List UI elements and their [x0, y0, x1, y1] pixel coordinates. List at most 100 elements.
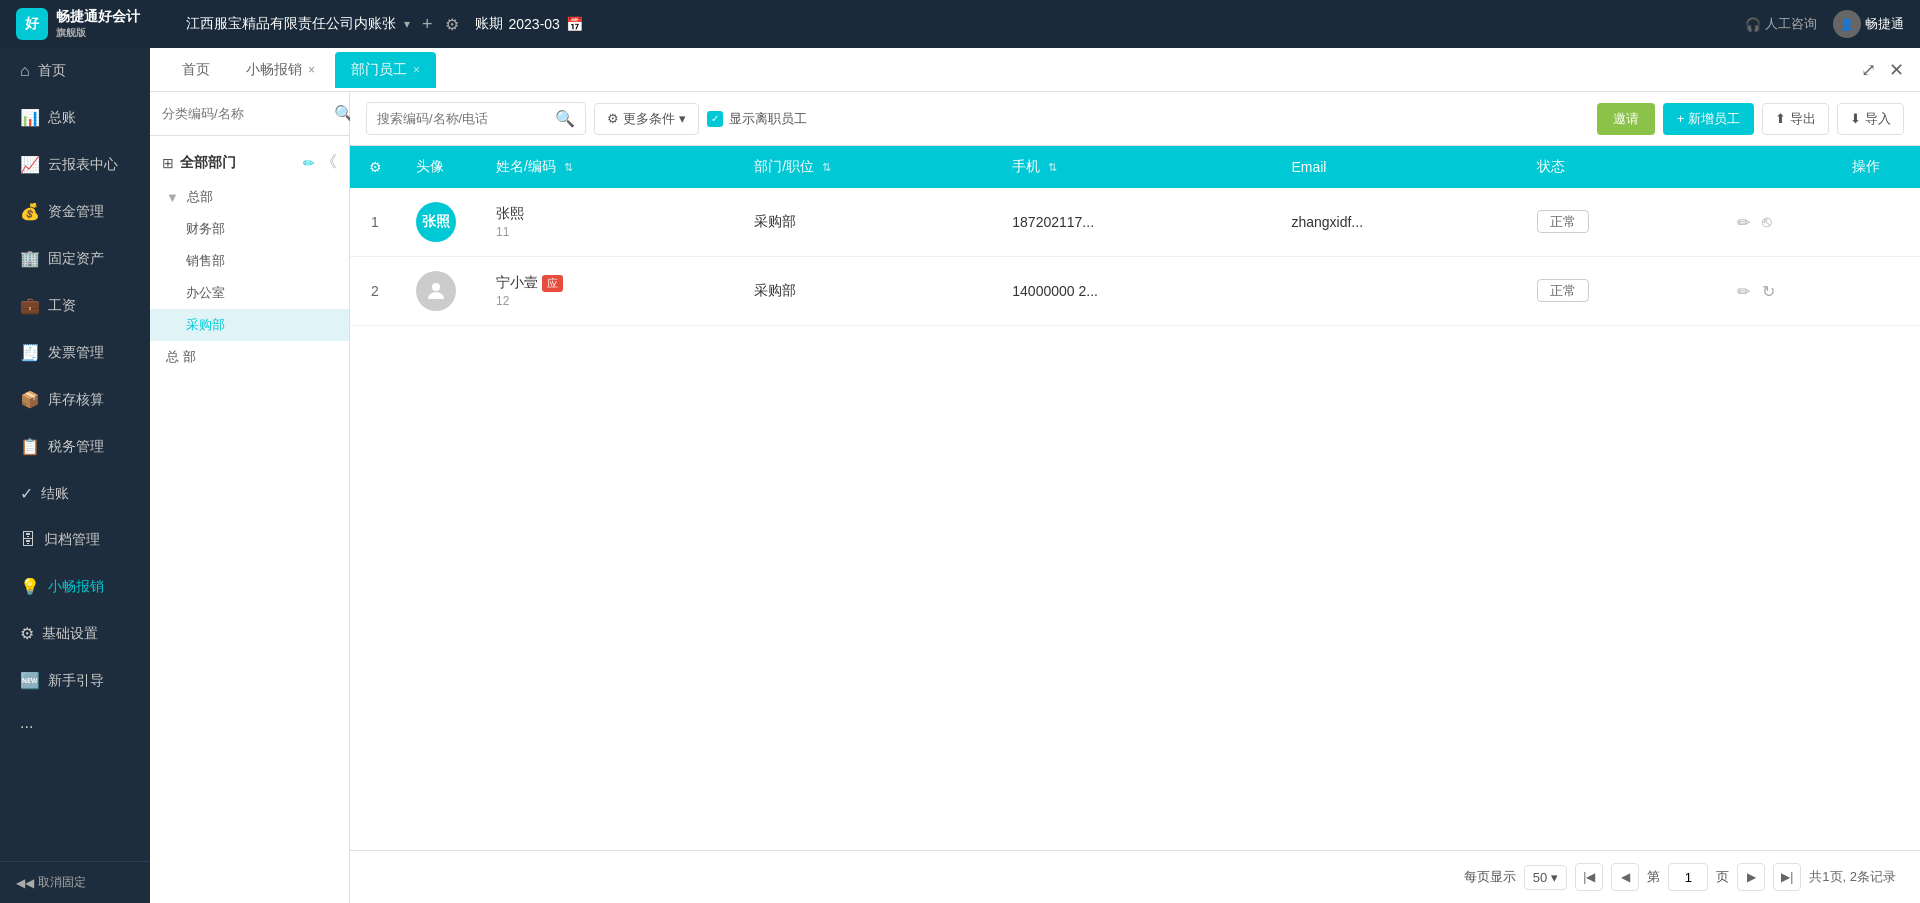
phone-cell: 187202117...	[996, 188, 1275, 257]
sidebar-item-reports[interactable]: 📈 云报表中心	[0, 141, 150, 188]
col-name[interactable]: 姓名/编码 ⇅	[480, 146, 738, 188]
inventory-icon: 📦	[20, 390, 40, 409]
import-label: 导入	[1865, 110, 1891, 128]
support-button[interactable]: 🎧 人工咨询	[1745, 15, 1817, 33]
sidebar-item-label: 库存核算	[48, 391, 104, 409]
support-label: 人工咨询	[1765, 15, 1817, 33]
cancel-pin-button[interactable]: ◀◀ 取消固定	[0, 861, 150, 903]
dept-node-zongbu[interactable]: ▼ 总部	[150, 181, 349, 213]
sidebar-item-home[interactable]: ⌂ 首页	[0, 48, 150, 94]
sidebar-item-guide[interactable]: 🆕 新手引导	[0, 657, 150, 704]
dept-node-label: 总 部	[166, 348, 196, 366]
sidebar-item-more[interactable]: ···	[0, 704, 150, 750]
app-edition: 旗舰版	[56, 26, 140, 40]
last-page-button[interactable]: ▶|	[1773, 863, 1801, 891]
page-size-label: 每页显示	[1464, 868, 1516, 886]
sidebar-item-invoice[interactable]: 🧾 发票管理	[0, 329, 150, 376]
dept-edit-icon[interactable]: ✏	[303, 155, 315, 171]
tab-dept-employee[interactable]: 部门员工 ×	[335, 52, 436, 88]
dept-node-zongbu2[interactable]: 总 部	[150, 341, 349, 373]
phone-cell: 14000000 2...	[996, 257, 1275, 326]
sidebar-item-label: 固定资产	[48, 250, 104, 268]
sidebar-item-general[interactable]: 📊 总账	[0, 94, 150, 141]
user-profile[interactable]: 👤 畅捷通	[1833, 10, 1904, 38]
first-page-button[interactable]: |◀	[1575, 863, 1603, 891]
tab-dept-employee-close[interactable]: ×	[413, 63, 420, 77]
employee-code: 12	[496, 294, 722, 308]
sidebar-item-settings[interactable]: ⚙ 基础设置	[0, 610, 150, 657]
page-size-select[interactable]: 50 ▾	[1524, 865, 1567, 890]
dept-search: 🔍	[150, 92, 349, 136]
avatar: 张照	[416, 202, 456, 242]
filter-icon: ⚙	[607, 111, 619, 126]
avatar-cell	[400, 257, 480, 326]
page-input[interactable]	[1668, 863, 1708, 891]
import-button[interactable]: ⬇ 导入	[1837, 103, 1904, 135]
sidebar-item-label: 归档管理	[44, 531, 100, 549]
sidebar-item-tax[interactable]: 📋 税务管理	[0, 423, 150, 470]
add-company-button[interactable]: +	[422, 14, 433, 35]
dept-collapse-icon[interactable]: 《	[321, 152, 337, 173]
invite-button[interactable]: 邀请	[1597, 103, 1655, 135]
action-cell: ✏ ↻	[1721, 257, 1920, 326]
search-icon[interactable]: 🔍	[555, 109, 575, 128]
period-label: 账期	[475, 15, 503, 33]
tab-xiaochang-label: 小畅报销	[246, 61, 302, 79]
export-button[interactable]: ⬆ 导出	[1762, 103, 1829, 135]
employee-code: 11	[496, 225, 722, 239]
table-container: ⚙ 头像 姓名/编码 ⇅ 部门/职位 ⇅ 手机 ⇅ Email 状态 操作	[350, 146, 1920, 850]
table-row: 1 张照 张熙 11 采购部	[350, 188, 1920, 257]
avatar	[416, 271, 456, 311]
sidebar-item-assets[interactable]: 🏢 固定资产	[0, 235, 150, 282]
filter-button[interactable]: ⚙ 更多条件 ▾	[594, 103, 699, 135]
gear-icon[interactable]: ⚙	[445, 15, 459, 34]
sidebar-item-checkout[interactable]: ✓ 结账	[0, 470, 150, 517]
company-selector[interactable]: 江西服宝精品有限责任公司内账张 ▾	[186, 15, 410, 33]
next-page-button[interactable]: ▶	[1737, 863, 1765, 891]
sidebar-item-inventory[interactable]: 📦 库存核算	[0, 376, 150, 423]
sidebar-item-xiaochang[interactable]: 💡 小畅报销	[0, 563, 150, 610]
main-layout: ⌂ 首页 📊 总账 📈 云报表中心 💰 资金管理 🏢 固定资产 💼 工资 🧾 发…	[0, 48, 1920, 903]
assets-icon: 🏢	[20, 249, 40, 268]
dept-node-caiwu[interactable]: 财务部	[150, 213, 349, 245]
col-status: 状态	[1521, 146, 1720, 188]
dept-node-caigou[interactable]: 采购部	[150, 309, 349, 341]
edit-icon[interactable]: ✏	[1737, 282, 1750, 301]
page-label-suffix: 页	[1716, 868, 1729, 886]
grid-icon: ⊞	[162, 155, 174, 171]
company-dropdown-icon[interactable]: ▾	[404, 17, 410, 31]
name-cell: 张熙 11	[480, 188, 738, 257]
search-input[interactable]	[377, 111, 549, 126]
col-phone[interactable]: 手机 ⇅	[996, 146, 1275, 188]
period-display: 账期 2023-03 📅	[475, 15, 583, 33]
sidebar-item-salary[interactable]: 💼 工资	[0, 282, 150, 329]
dept-search-input[interactable]	[162, 106, 330, 121]
filter-dropdown-icon: ▾	[679, 111, 686, 126]
edit-icon[interactable]: ✏	[1737, 213, 1750, 232]
sidebar-item-archive[interactable]: 🗄 归档管理	[0, 517, 150, 563]
sidebar-item-funds[interactable]: 💰 资金管理	[0, 188, 150, 235]
col-dept[interactable]: 部门/职位 ⇅	[738, 146, 996, 188]
page-content: 🔍 ⊞ 全部部门 ✏ 《 ▼ 总部 财务部 销售部 办公室	[150, 92, 1920, 903]
avatar-cell: 张照	[400, 188, 480, 257]
tab-xiaochang[interactable]: 小畅报销 ×	[230, 52, 331, 88]
row-num: 2	[350, 257, 400, 326]
calendar-icon[interactable]: 📅	[566, 16, 583, 32]
all-dept-label: 全部部门	[180, 154, 297, 172]
filter-label: 更多条件	[623, 110, 675, 128]
prev-page-button[interactable]: ◀	[1611, 863, 1639, 891]
tab-expand-button[interactable]: ⤢ ✕	[1861, 59, 1904, 81]
refresh-icon[interactable]: ↻	[1762, 282, 1775, 301]
toolbar: 🔍 ⚙ 更多条件 ▾ ✓ 显示离职员工 邀请 + 新增员工	[350, 92, 1920, 146]
logout-icon[interactable]: ⎋	[1762, 213, 1772, 231]
add-employee-button[interactable]: + 新增员工	[1663, 103, 1754, 135]
col-settings[interactable]: ⚙	[350, 146, 400, 188]
dept-node-xiaoshou[interactable]: 销售部	[150, 245, 349, 277]
all-dept-header[interactable]: ⊞ 全部部门 ✏ 《	[150, 144, 349, 181]
tab-home[interactable]: 首页	[166, 52, 226, 88]
tab-xiaochang-close[interactable]: ×	[308, 63, 315, 77]
show-resigned-toggle[interactable]: ✓ 显示离职员工	[707, 110, 807, 128]
row-num: 1	[350, 188, 400, 257]
dept-node-bangong[interactable]: 办公室	[150, 277, 349, 309]
checkout-icon: ✓	[20, 484, 33, 503]
